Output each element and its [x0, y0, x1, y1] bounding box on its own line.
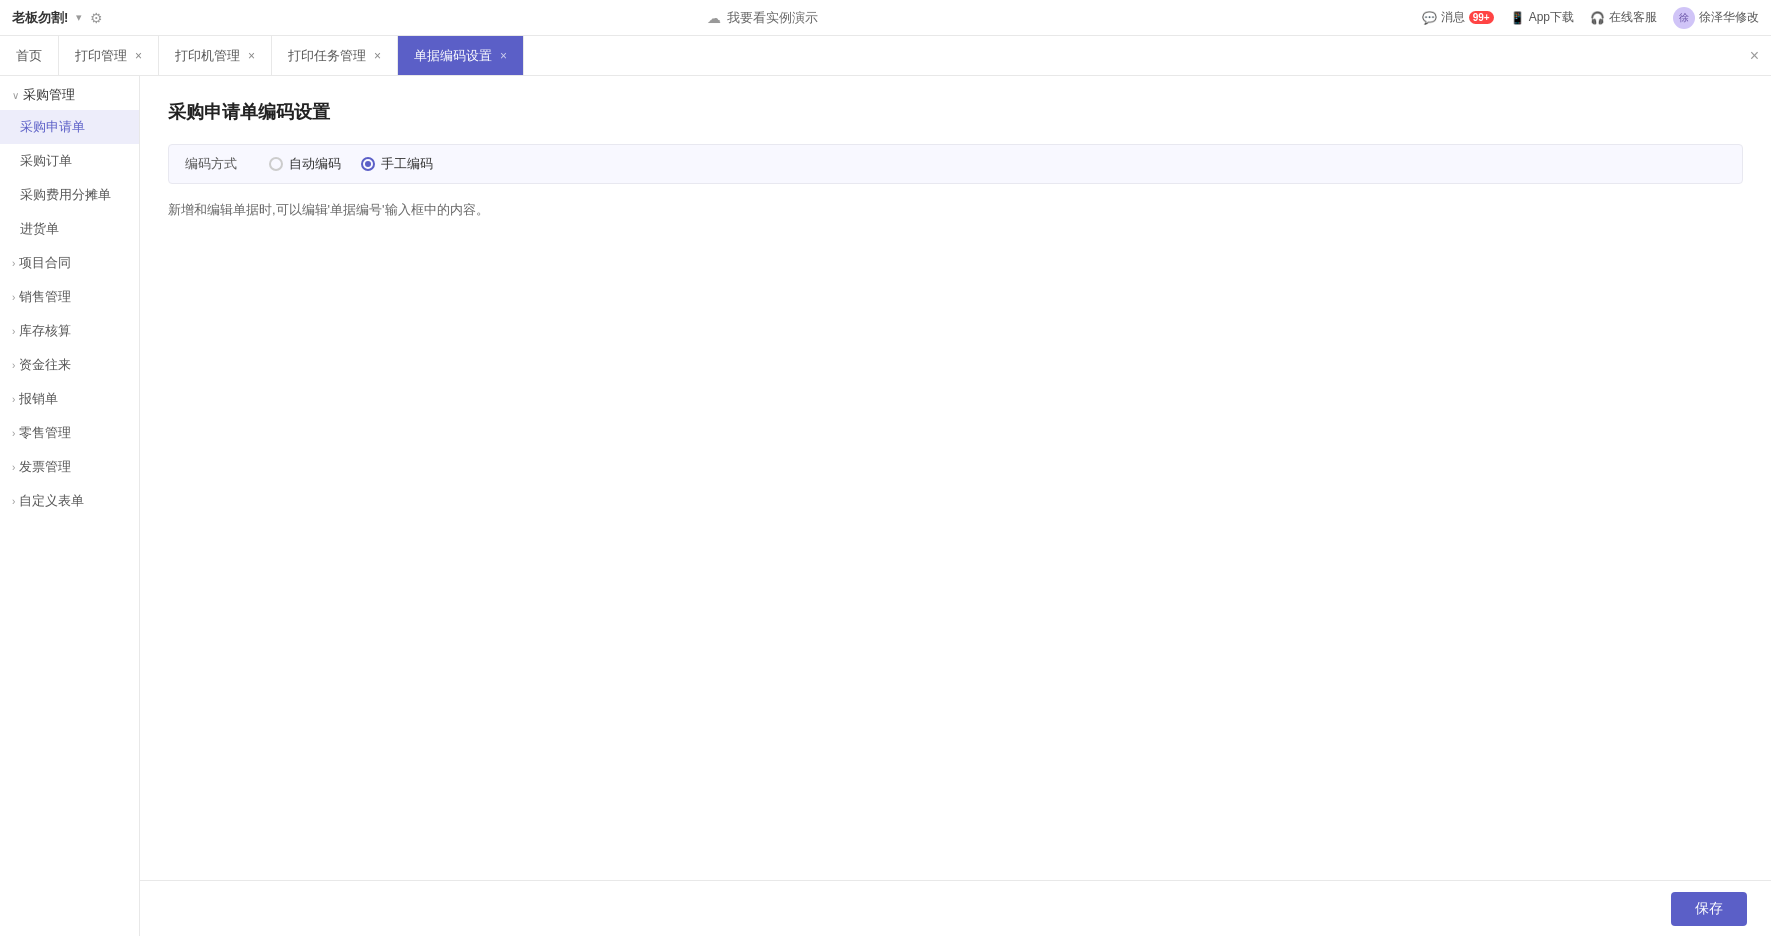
- sidebar-item-inventory[interactable]: › 库存核算: [0, 314, 139, 348]
- message-badge: 99+: [1469, 11, 1494, 24]
- tab-print-task-close[interactable]: ×: [374, 49, 381, 63]
- radio-auto-label: 自动编码: [289, 155, 341, 173]
- content-area: 采购申请单编码设置 编码方式 自动编码 手工编码 新增和编辑单据时,可: [140, 76, 1771, 936]
- tab-printer-manage-close[interactable]: ×: [248, 49, 255, 63]
- radio-manual-circle: [361, 157, 375, 171]
- radio-group: 自动编码 手工编码: [269, 155, 433, 173]
- tab-print-task-label: 打印任务管理: [288, 47, 366, 65]
- purchase-group-chevron-icon: ∨: [12, 90, 19, 101]
- sidebar-item-project-contract[interactable]: › 项目合同: [0, 246, 139, 280]
- tab-bill-code-label: 单据编码设置: [414, 47, 492, 65]
- invoice-manage-chevron-icon: ›: [12, 462, 15, 473]
- tab-bill-code-close[interactable]: ×: [500, 49, 507, 63]
- sidebar-item-invoice-manage[interactable]: › 发票管理: [0, 450, 139, 484]
- top-bar-right: 💬 消息 99+ 📱 App下载 🎧 在线客服 徐 徐泽华修改: [1422, 7, 1759, 29]
- project-contract-chevron-icon: ›: [12, 258, 15, 269]
- radio-manual-label: 手工编码: [381, 155, 433, 173]
- code-method-label: 编码方式: [185, 155, 237, 173]
- demo-link[interactable]: 我要看实例演示: [727, 9, 818, 27]
- headset-icon: 🎧: [1590, 11, 1605, 25]
- settings-icon[interactable]: ⚙: [90, 10, 103, 26]
- hint-text: 新增和编辑单据时,可以编辑'单据编号'输入框中的内容。: [168, 200, 1743, 221]
- page-title: 采购申请单编码设置: [168, 100, 1743, 124]
- tab-home-label: 首页: [16, 47, 42, 65]
- sidebar-item-purchase-request[interactable]: 采购申请单: [0, 110, 139, 144]
- sidebar-item-goods-receipt[interactable]: 进货单: [0, 212, 139, 246]
- sidebar-group-purchase-header[interactable]: ∨ 采购管理: [0, 76, 139, 110]
- save-button[interactable]: 保存: [1671, 892, 1747, 926]
- message-icon: 💬: [1422, 11, 1437, 25]
- logo-chevron-icon[interactable]: ▾: [76, 11, 82, 24]
- message-label: 消息: [1441, 9, 1465, 26]
- user-name: 徐泽华修改: [1699, 9, 1759, 26]
- sidebar: ∨ 采购管理 采购申请单 采购订单 采购费用分摊单 进货单 › 项目合同 › 销…: [0, 76, 140, 936]
- radio-manual-option[interactable]: 手工编码: [361, 155, 433, 173]
- code-method-bar: 编码方式 自动编码 手工编码: [168, 144, 1743, 184]
- content-inner: 采购申请单编码设置 编码方式 自动编码 手工编码 新增和编辑单据时,可: [140, 76, 1771, 880]
- tab-print-manage-label: 打印管理: [75, 47, 127, 65]
- sales-manage-chevron-icon: ›: [12, 292, 15, 303]
- sidebar-item-purchase-request-label: 采购申请单: [20, 118, 85, 136]
- sidebar-item-invoice-manage-label: 发票管理: [19, 458, 71, 476]
- user-menu[interactable]: 徐 徐泽华修改: [1673, 7, 1759, 29]
- online-service-label: 在线客服: [1609, 9, 1657, 26]
- sidebar-item-sales-manage[interactable]: › 销售管理: [0, 280, 139, 314]
- capital-chevron-icon: ›: [12, 360, 15, 371]
- tab-printer-manage[interactable]: 打印机管理 ×: [159, 36, 272, 75]
- sidebar-item-retail-manage-label: 零售管理: [19, 424, 71, 442]
- cloud-icon: ☁: [707, 10, 721, 26]
- content-footer: 保存: [140, 880, 1771, 936]
- sidebar-item-purchase-expense[interactable]: 采购费用分摊单: [0, 178, 139, 212]
- sidebar-item-purchase-expense-label: 采购费用分摊单: [20, 186, 111, 204]
- sales-return-chevron-icon: ›: [12, 394, 15, 405]
- top-bar-left: 老板勿割! ▾ ⚙: [12, 9, 103, 27]
- message-button[interactable]: 💬 消息 99+: [1422, 9, 1494, 26]
- app-download-icon: 📱: [1510, 11, 1525, 25]
- tab-home[interactable]: 首页: [0, 36, 59, 75]
- sidebar-item-purchase-order[interactable]: 采购订单: [0, 144, 139, 178]
- sidebar-item-sales-return-label: 报销单: [19, 390, 58, 408]
- sidebar-item-capital[interactable]: › 资金往来: [0, 348, 139, 382]
- tab-bar-close-all[interactable]: ×: [1738, 36, 1771, 75]
- top-bar-center: ☁ 我要看实例演示: [707, 9, 818, 27]
- avatar: 徐: [1673, 7, 1695, 29]
- sidebar-item-project-contract-label: 项目合同: [19, 254, 71, 272]
- online-service-button[interactable]: 🎧 在线客服: [1590, 9, 1657, 26]
- custom-form-chevron-icon: ›: [12, 496, 15, 507]
- app-download-label: App下载: [1529, 9, 1574, 26]
- app-logo: 老板勿割!: [12, 9, 68, 27]
- radio-auto-option[interactable]: 自动编码: [269, 155, 341, 173]
- retail-manage-chevron-icon: ›: [12, 428, 15, 439]
- sidebar-item-purchase-order-label: 采购订单: [20, 152, 72, 170]
- radio-auto-circle: [269, 157, 283, 171]
- sidebar-item-retail-manage[interactable]: › 零售管理: [0, 416, 139, 450]
- sidebar-group-purchase: ∨ 采购管理 采购申请单 采购订单 采购费用分摊单 进货单: [0, 76, 139, 246]
- tab-print-manage[interactable]: 打印管理 ×: [59, 36, 159, 75]
- sidebar-group-purchase-label: 采购管理: [23, 86, 75, 104]
- top-bar: 老板勿割! ▾ ⚙ ☁ 我要看实例演示 💬 消息 99+ 📱 App下载 🎧 在…: [0, 0, 1771, 36]
- inventory-chevron-icon: ›: [12, 326, 15, 337]
- tab-bill-code-setting[interactable]: 单据编码设置 ×: [398, 36, 524, 75]
- app-download-button[interactable]: 📱 App下载: [1510, 9, 1574, 26]
- sidebar-item-goods-receipt-label: 进货单: [20, 220, 59, 238]
- sidebar-item-inventory-label: 库存核算: [19, 322, 71, 340]
- main-layout: ∨ 采购管理 采购申请单 采购订单 采购费用分摊单 进货单 › 项目合同 › 销…: [0, 76, 1771, 936]
- sidebar-item-capital-label: 资金往来: [19, 356, 71, 374]
- tab-print-manage-close[interactable]: ×: [135, 49, 142, 63]
- tab-printer-manage-label: 打印机管理: [175, 47, 240, 65]
- tab-print-task[interactable]: 打印任务管理 ×: [272, 36, 398, 75]
- sidebar-item-custom-form-label: 自定义表单: [19, 492, 84, 510]
- sidebar-item-sales-return[interactable]: › 报销单: [0, 382, 139, 416]
- sidebar-item-sales-manage-label: 销售管理: [19, 288, 71, 306]
- tab-bar: 首页 打印管理 × 打印机管理 × 打印任务管理 × 单据编码设置 × ×: [0, 36, 1771, 76]
- sidebar-item-custom-form[interactable]: › 自定义表单: [0, 484, 139, 518]
